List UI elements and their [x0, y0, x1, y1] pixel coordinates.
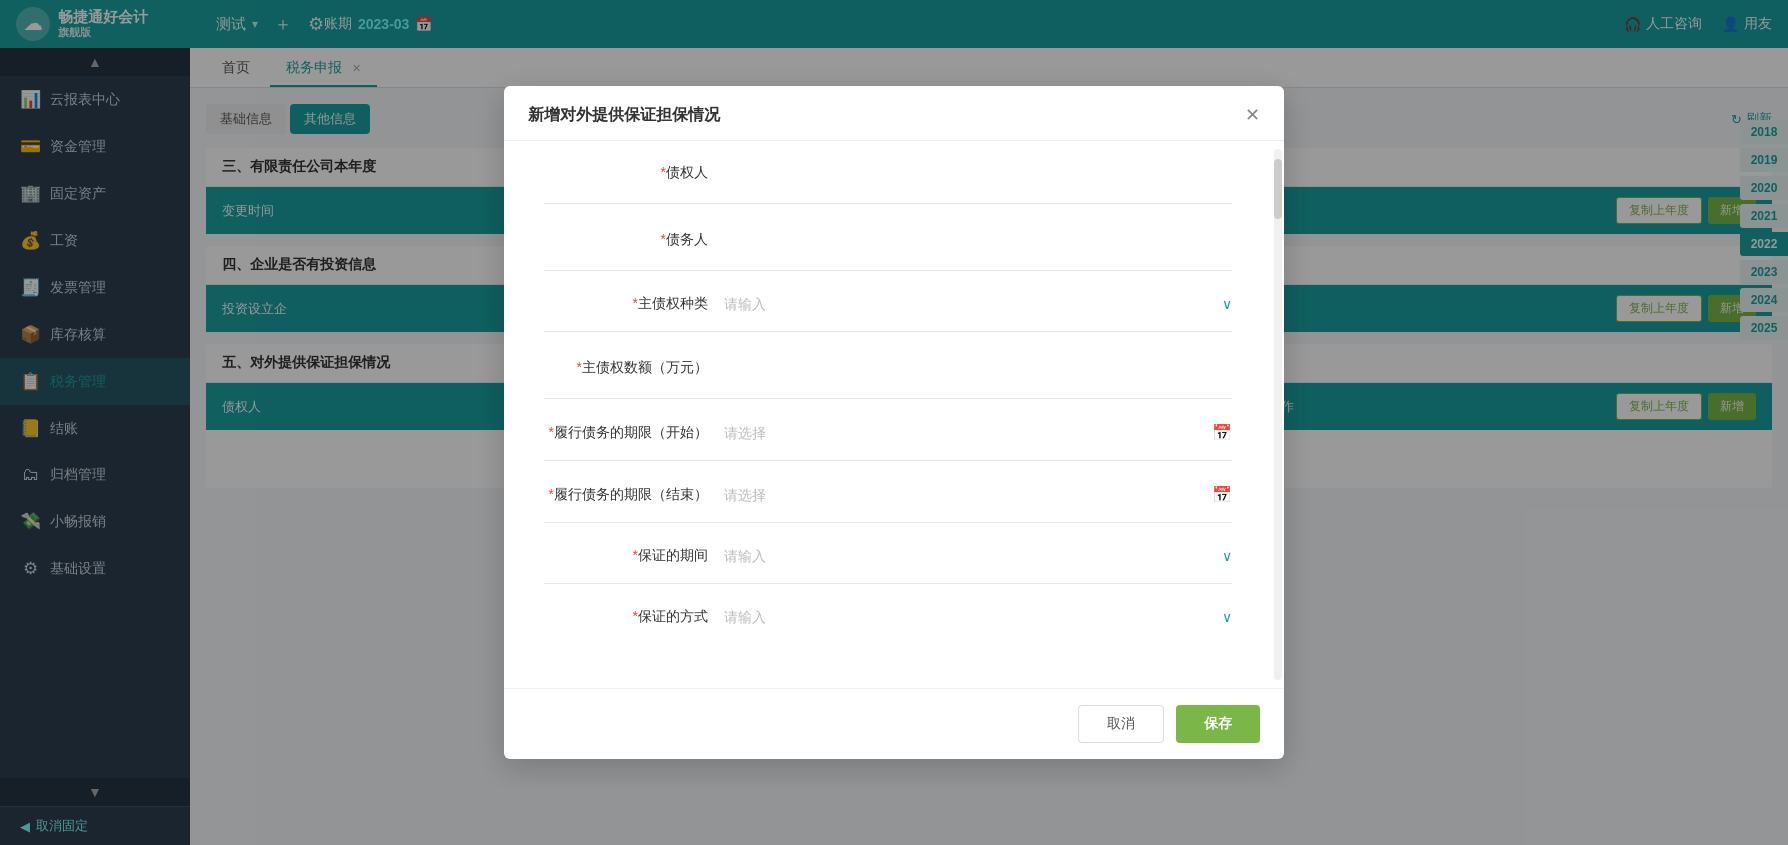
field-guarantee-period: *保证的期间 ∨ [544, 547, 1232, 584]
modal-close-button[interactable]: ✕ [1245, 104, 1260, 126]
label-creditor: *债权人 [544, 164, 724, 182]
label-guarantee-method: *保证的方式 [544, 608, 724, 626]
modal-footer: 取消 保存 [504, 688, 1284, 759]
label-debtor: *债务人 [544, 231, 724, 249]
modal-body: *债权人 *债务人 *主债权种类 [504, 141, 1272, 688]
cancel-button[interactable]: 取消 [1078, 705, 1164, 743]
modal-scrollbar [1274, 149, 1282, 680]
claim-type-dropdown-icon[interactable]: ∨ [1222, 296, 1232, 312]
select-period-start: 📅 [724, 423, 1232, 442]
input-debtor[interactable] [724, 228, 1232, 252]
field-period-end: *履行债务的期限（结束） 📅 [544, 485, 1232, 523]
field-creditor: *债权人 [544, 161, 1232, 204]
period-end-calendar-icon[interactable]: 📅 [1212, 485, 1232, 504]
guarantee-method-dropdown-icon[interactable]: ∨ [1222, 609, 1232, 625]
field-period-start: *履行债务的期限（开始） 📅 [544, 423, 1232, 461]
modal-dialog: 新增对外提供保证担保情况 ✕ *债权人 *债务人 [504, 86, 1284, 759]
label-claim-amount: *主债权数额（万元） [544, 359, 724, 377]
label-period-end: *履行债务的期限（结束） [544, 486, 724, 504]
guarantee-period-dropdown-icon[interactable]: ∨ [1222, 548, 1232, 564]
field-guarantee-method: *保证的方式 ∨ [544, 608, 1232, 644]
select-guarantee-method: ∨ [724, 609, 1232, 625]
label-claim-type: *主债权种类 [544, 295, 724, 313]
input-claim-amount[interactable] [724, 356, 1232, 380]
label-period-start: *履行债务的期限（开始） [544, 424, 724, 442]
modal-body-wrap: *债权人 *债务人 *主债权种类 [504, 141, 1284, 688]
select-period-end: 📅 [724, 485, 1232, 504]
field-claim-type: *主债权种类 ∨ [544, 295, 1232, 332]
period-start-calendar-icon[interactable]: 📅 [1212, 423, 1232, 442]
modal-header: 新增对外提供保证担保情况 ✕ [504, 86, 1284, 141]
modal-scrollbar-thumb [1274, 159, 1282, 219]
modal-title: 新增对外提供保证担保情况 [528, 105, 720, 126]
select-guarantee-period: ∨ [724, 548, 1232, 564]
input-guarantee-method[interactable] [724, 609, 1222, 625]
select-claim-type: ∨ [724, 296, 1232, 312]
field-debtor: *债务人 [544, 228, 1232, 271]
save-button[interactable]: 保存 [1176, 705, 1260, 743]
modal-overlay: 新增对外提供保证担保情况 ✕ *债权人 *债务人 [0, 0, 1788, 845]
input-claim-type[interactable] [724, 296, 1222, 312]
input-guarantee-period[interactable] [724, 548, 1222, 564]
input-creditor[interactable] [724, 161, 1232, 185]
label-guarantee-period: *保证的期间 [544, 547, 724, 565]
input-period-end[interactable] [724, 487, 1212, 503]
field-claim-amount: *主债权数额（万元） [544, 356, 1232, 399]
input-period-start[interactable] [724, 425, 1212, 441]
